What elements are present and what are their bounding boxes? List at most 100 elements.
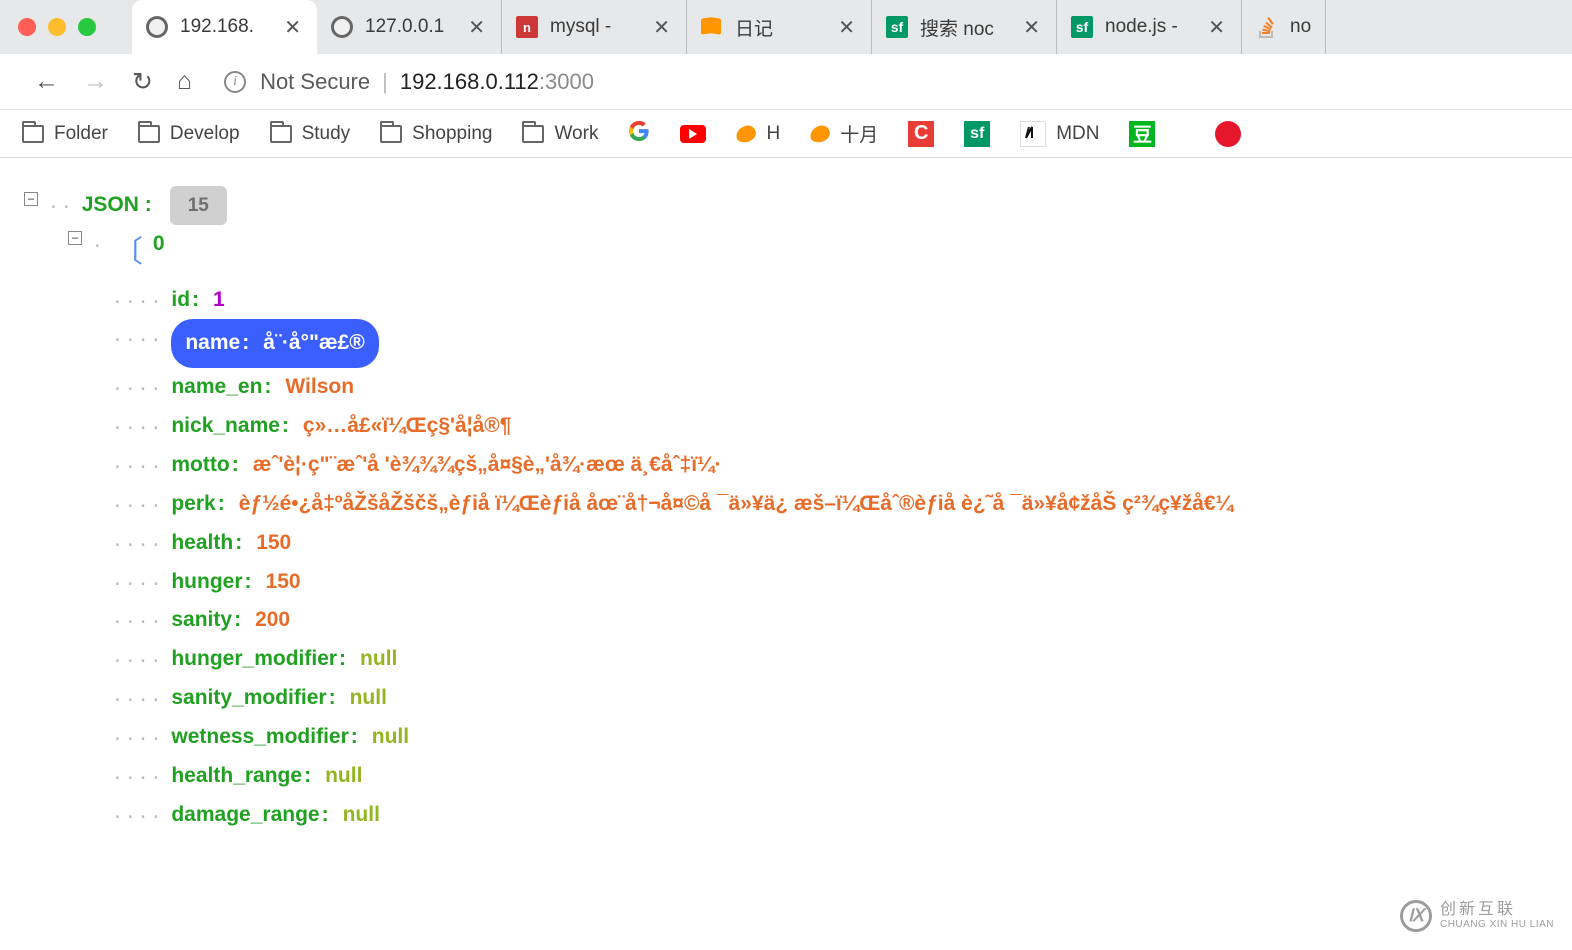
tab-close-button[interactable]: ✕ bbox=[836, 15, 857, 40]
tab-label: 搜索 noc bbox=[920, 14, 1015, 41]
url-port: :3000 bbox=[539, 69, 594, 95]
json-value: 1 bbox=[213, 281, 225, 320]
collapse-icon[interactable]: − bbox=[68, 231, 82, 245]
folder-icon bbox=[270, 125, 292, 143]
not-secure-label: Not Secure bbox=[260, 69, 370, 95]
json-key: perk bbox=[171, 485, 215, 524]
bookmark-item[interactable]: Work bbox=[522, 123, 598, 145]
nav-bar: ← → ↻ ⌂ i Not Secure | 192.168.0.112:300… bbox=[0, 54, 1572, 110]
bookmark-label: 十月 bbox=[840, 120, 878, 147]
bookmark-item[interactable]: sf bbox=[964, 121, 990, 147]
tab-close-button[interactable]: ✕ bbox=[466, 15, 487, 40]
json-value: null bbox=[343, 796, 380, 835]
json-key: damage_range bbox=[171, 796, 319, 835]
json-value: null bbox=[360, 640, 397, 679]
forward-button[interactable]: → bbox=[71, 67, 120, 96]
segmentfault-icon: sf bbox=[1071, 16, 1093, 38]
bookmark-item[interactable]: C bbox=[908, 121, 934, 147]
bookmark-item[interactable]: MDN bbox=[1020, 121, 1099, 147]
tab[interactable]: 192.168.✕ bbox=[132, 0, 317, 54]
bookmark-item[interactable]: Develop bbox=[138, 123, 240, 145]
json-key: name bbox=[185, 324, 240, 363]
json-field-row[interactable]: ....damage_range :null bbox=[112, 796, 1572, 835]
url-host: 192.168.0.112 bbox=[400, 69, 539, 95]
globe-icon bbox=[146, 16, 168, 38]
json-key: name_en bbox=[171, 368, 262, 407]
json-field-row[interactable]: ....perk :èƒ½é•¿å‡ºåŽšåŽščš„èƒiå ï¼Œèƒiå… bbox=[112, 485, 1572, 524]
json-field-row[interactable]: ....sanity_modifier :null bbox=[112, 679, 1572, 718]
json-root-row[interactable]: − .. JSON : 15 bbox=[24, 186, 1572, 225]
json-value: å¨·å°"æ£® bbox=[263, 324, 365, 363]
book-icon bbox=[701, 16, 723, 38]
bookmark-item[interactable] bbox=[628, 120, 650, 148]
json-field-row[interactable]: ....motto :æˆ'è¦·ç"¨æˆ'å 'è¾¾¾çš„å¤§è„'å… bbox=[112, 446, 1572, 485]
json-field-row[interactable]: ....name :å¨·å°"æ£® bbox=[112, 319, 1572, 368]
tab-label: 127.0.0.1 bbox=[365, 16, 460, 38]
bookmarks-bar: Folder Develop Study Shopping Work H 十月 Csf MDN 豆 bbox=[0, 110, 1572, 158]
json-root-label: JSON : bbox=[82, 186, 152, 225]
json-field-row[interactable]: ....nick_name :ç»…å£«ï¼Œç§'å¦å®¶ bbox=[112, 407, 1572, 446]
google-icon bbox=[628, 120, 650, 148]
json-key: hunger_modifier bbox=[171, 640, 337, 679]
json-field-row[interactable]: ....hunger_modifier :null bbox=[112, 640, 1572, 679]
bookmark-item[interactable] bbox=[1215, 121, 1241, 147]
json-value: 200 bbox=[255, 601, 290, 640]
youtube-icon bbox=[680, 125, 706, 143]
traffic-lights bbox=[18, 18, 96, 36]
json-key: nick_name bbox=[171, 407, 280, 446]
tab[interactable]: no bbox=[1242, 0, 1326, 54]
tab-close-button[interactable]: ✕ bbox=[1021, 15, 1042, 40]
json-field-row[interactable]: ....id :1 bbox=[112, 281, 1572, 320]
npm-icon: n bbox=[516, 16, 538, 38]
json-field-row[interactable]: ....health :150 bbox=[112, 524, 1572, 563]
json-key: health_range bbox=[171, 757, 302, 796]
home-button[interactable]: ⌂ bbox=[165, 67, 204, 96]
bookmark-item[interactable]: Folder bbox=[22, 123, 108, 145]
folder-icon bbox=[380, 125, 402, 143]
bookmark-item[interactable]: Study bbox=[270, 123, 351, 145]
tab[interactable]: 日记✕ bbox=[687, 0, 872, 54]
watermark: Ⅸ 创新互联 CHUANG XIN HU LIAN bbox=[1400, 900, 1554, 932]
bookmark-label: Study bbox=[302, 123, 351, 145]
reload-button[interactable]: ↻ bbox=[120, 67, 165, 97]
window-minimize-button[interactable] bbox=[48, 18, 66, 36]
collapse-icon[interactable]: − bbox=[24, 192, 38, 206]
bookmark-item[interactable] bbox=[680, 125, 706, 143]
window-close-button[interactable] bbox=[18, 18, 36, 36]
json-field-row[interactable]: ....name_en :Wilson bbox=[112, 368, 1572, 407]
bookmark-label: Develop bbox=[170, 123, 240, 145]
selected-field: name :å¨·å°"æ£® bbox=[171, 319, 378, 368]
tab[interactable]: nmysql - ✕ bbox=[502, 0, 687, 54]
blob-icon bbox=[735, 123, 758, 144]
tab[interactable]: 127.0.0.1 ✕ bbox=[317, 0, 502, 54]
tab[interactable]: sf 搜索 noc✕ bbox=[872, 0, 1057, 54]
bookmark-label: H bbox=[766, 123, 780, 145]
json-viewer: − .. JSON : 15 − . 〔 0 ....id :1....name… bbox=[0, 158, 1572, 834]
bookmark-item[interactable]: Shopping bbox=[380, 123, 492, 145]
folder-icon bbox=[522, 125, 544, 143]
json-field-row[interactable]: ....wetness_modifier :null bbox=[112, 718, 1572, 757]
json-field-row[interactable]: ....sanity :200 bbox=[112, 601, 1572, 640]
bookmark-item[interactable]: 十月 bbox=[810, 120, 878, 147]
bookmark-item[interactable]: H bbox=[736, 123, 780, 145]
json-field-row[interactable]: ....health_range :null bbox=[112, 757, 1572, 796]
window-zoom-button[interactable] bbox=[78, 18, 96, 36]
tab[interactable]: sfnode.js -✕ bbox=[1057, 0, 1242, 54]
tab-close-button[interactable]: ✕ bbox=[282, 15, 303, 40]
json-value: 150 bbox=[256, 524, 291, 563]
json-index: 0 bbox=[153, 225, 165, 264]
back-button[interactable]: ← bbox=[22, 67, 71, 96]
douban-icon: 豆 bbox=[1129, 121, 1155, 147]
tab-close-button[interactable]: ✕ bbox=[1206, 15, 1227, 40]
bookmark-item[interactable]: 豆 bbox=[1129, 121, 1155, 147]
address-bar[interactable]: i Not Secure | 192.168.0.112:3000 bbox=[224, 63, 1550, 101]
tab-close-button[interactable]: ✕ bbox=[651, 15, 672, 40]
json-array-open[interactable]: − . 〔 0 bbox=[68, 225, 1572, 281]
json-value: null bbox=[350, 679, 387, 718]
json-value: èƒ½é•¿å‡ºåŽšåŽščš„èƒiå ï¼Œèƒiå åœ¨å†¬å¤©… bbox=[239, 485, 1233, 524]
folder-icon bbox=[22, 125, 44, 143]
site-info-icon[interactable]: i bbox=[224, 71, 246, 93]
json-value: null bbox=[372, 718, 409, 757]
json-field-row[interactable]: ....hunger :150 bbox=[112, 563, 1572, 602]
segmentfault-icon: sf bbox=[886, 16, 908, 38]
